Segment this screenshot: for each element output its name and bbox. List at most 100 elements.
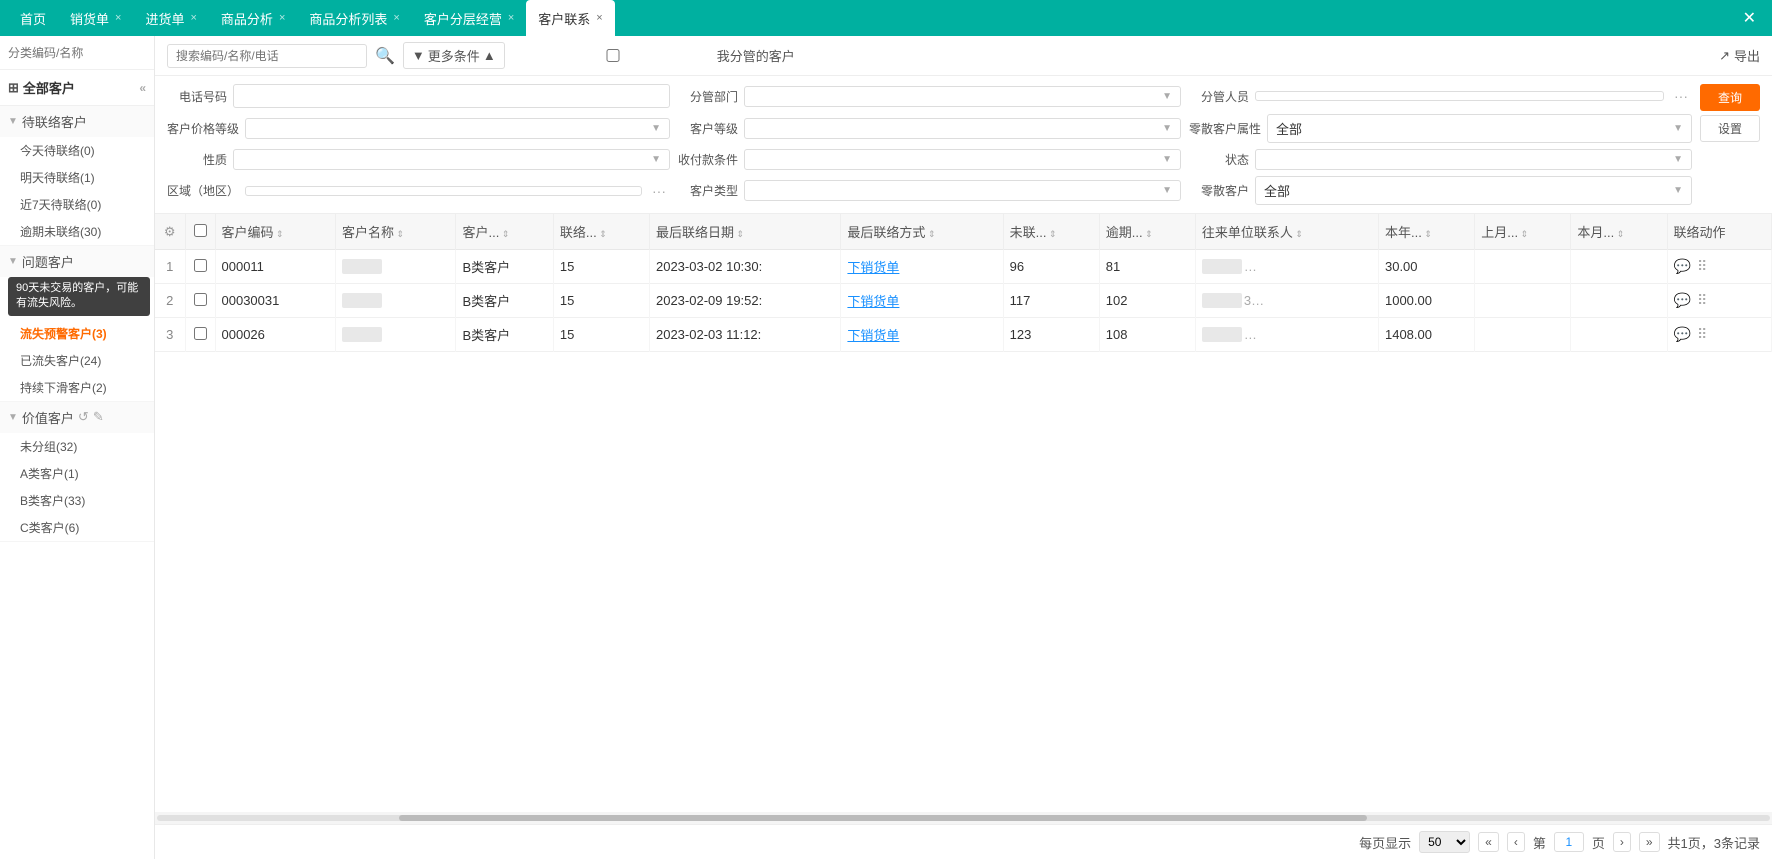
tab-analysis-close[interactable]: × (279, 12, 285, 24)
region-dots-button[interactable]: ··· (648, 183, 670, 199)
field-customer-type-select[interactable]: ▼ (744, 180, 1181, 201)
th-unlink-days[interactable]: 未联... (1003, 214, 1099, 250)
sidebar-item-class-a[interactable]: A类客户(1) (0, 460, 154, 487)
my-customers-checkbox-label[interactable]: 我分管的客户 (513, 46, 795, 65)
settings-button[interactable]: 设置 (1700, 115, 1760, 142)
more-conditions-button[interactable]: ▼ 更多条件 ▲ (403, 42, 505, 69)
sidebar: 🔍 ⊞ 全部客户 « ▼ 待联络客户 今天待联络(0) 明天待联络(1) 近7天… (0, 36, 155, 859)
first-page-button[interactable]: « (1478, 832, 1499, 852)
per-page-select[interactable]: 50 10 20 100 (1419, 831, 1470, 853)
tab-customer-layer[interactable]: 客户分层经营 × (412, 0, 526, 36)
more-icon-1[interactable]: ⠿ (1697, 258, 1707, 275)
th-checkbox[interactable] (185, 214, 215, 250)
manager-dots-button[interactable]: ··· (1670, 88, 1692, 104)
th-last-month[interactable]: 上月... (1475, 214, 1571, 250)
th-contact-count[interactable]: 联络... (553, 214, 649, 250)
row-1-checkbox[interactable] (194, 259, 207, 272)
sidebar-item-ungrouped[interactable]: 未分组(32) (0, 433, 154, 460)
row-unlink-3: 123 (1003, 318, 1099, 352)
sidebar-item-overdue[interactable]: 逾期未联络(30) (0, 218, 154, 245)
tab-purchase-close[interactable]: × (190, 12, 196, 24)
row-this-month-3 (1571, 318, 1667, 352)
row-2-checkbox[interactable] (194, 293, 207, 306)
field-dept-select[interactable]: ▼ (744, 86, 1181, 107)
field-price-level-select[interactable]: ▼ (245, 118, 670, 139)
last-page-button[interactable]: » (1639, 832, 1660, 852)
sidebar-root-header: ⊞ 全部客户 « (0, 70, 154, 106)
field-phone-input[interactable] (233, 84, 670, 108)
field-retail-select[interactable]: 全部 ▼ (1255, 176, 1692, 205)
tab-purchase[interactable]: 进货单 × (133, 0, 208, 36)
home-tab[interactable]: 首页 (8, 9, 58, 28)
horizontal-scrollbar[interactable] (155, 812, 1772, 824)
tab-customer-contact-close[interactable]: × (596, 12, 602, 24)
th-liaison[interactable]: 往来单位联系人 (1195, 214, 1378, 250)
chat-icon-1[interactable]: 💬 (1674, 258, 1691, 275)
th-this-year[interactable]: 本年... (1378, 214, 1474, 250)
sidebar-group-problem-header[interactable]: ▼ 问题客户 (0, 246, 154, 277)
query-button[interactable]: 查询 (1700, 84, 1760, 111)
chat-icon-2[interactable]: 💬 (1674, 292, 1691, 309)
th-last-contact-method[interactable]: 最后联络方式 (841, 214, 1003, 250)
row-last-method-3[interactable]: 下销货单 (841, 318, 1003, 352)
field-status-select[interactable]: ▼ (1255, 149, 1692, 170)
grid-icon: ⊞ (8, 80, 19, 96)
sidebar-item-7days[interactable]: 近7天待联络(0) (0, 191, 154, 218)
my-customers-checkbox[interactable] (513, 49, 713, 62)
sidebar-search-input[interactable] (8, 46, 155, 60)
tab-customer-layer-close[interactable]: × (508, 12, 514, 24)
edit-icon[interactable]: ✎ (93, 409, 104, 425)
tab-analysis-list-close[interactable]: × (393, 12, 399, 24)
sidebar-item-today[interactable]: 今天待联络(0) (0, 137, 154, 164)
scroll-thumb[interactable] (399, 815, 1367, 821)
field-manager-select[interactable] (1255, 91, 1664, 101)
tab-analysis-list[interactable]: 商品分析列表 × (297, 0, 411, 36)
page-number-input[interactable] (1554, 832, 1584, 852)
th-this-month[interactable]: 本月... (1571, 214, 1667, 250)
sidebar-item-class-b[interactable]: B类客户(33) (0, 487, 154, 514)
more-icon-2[interactable]: ⠿ (1697, 292, 1707, 309)
chat-icon-3[interactable]: 💬 (1674, 326, 1691, 343)
row-last-method-2[interactable]: 下销货单 (841, 284, 1003, 318)
refresh-icon[interactable]: ↺ (78, 409, 89, 425)
th-customer-name[interactable]: 客户名称 (335, 214, 455, 250)
th-customer-type[interactable]: 客户... (456, 214, 553, 250)
row-checkbox-2[interactable] (185, 284, 215, 318)
sidebar-group-value-header[interactable]: ▼ 价值客户 ↺ ✎ (0, 402, 154, 433)
tab-analysis[interactable]: 商品分析 × (209, 0, 297, 36)
window-close-button[interactable]: ✕ (1735, 8, 1764, 28)
th-overdue[interactable]: 逾期... (1099, 214, 1195, 250)
row-checkbox-3[interactable] (185, 318, 215, 352)
tab-sales-close[interactable]: × (115, 12, 121, 24)
row-unlink-1: 96 (1003, 250, 1099, 284)
field-retail-attr-select[interactable]: 全部 ▼ (1267, 114, 1692, 143)
sidebar-collapse-btn[interactable]: « (139, 81, 146, 95)
more-icon-3[interactable]: ⠿ (1697, 326, 1707, 343)
tab-sales[interactable]: 销货单 × (58, 0, 133, 36)
field-nature-select[interactable]: ▼ (233, 149, 670, 170)
sidebar-group-pending-header[interactable]: ▼ 待联络客户 (0, 106, 154, 137)
field-region-select[interactable] (245, 186, 642, 196)
sidebar-item-tomorrow[interactable]: 明天待联络(1) (0, 164, 154, 191)
field-payment-select[interactable]: ▼ (744, 149, 1181, 170)
th-customer-code[interactable]: 客户编码 (215, 214, 335, 250)
page-suffix: 页 (1592, 833, 1605, 852)
sidebar-item-churned[interactable]: 已流失客户(24) (0, 347, 154, 374)
th-gear[interactable]: ⚙ (155, 214, 185, 250)
search-button[interactable]: 🔍 (375, 46, 395, 66)
select-all-checkbox[interactable] (194, 224, 207, 237)
sidebar-item-churn-warning[interactable]: 流失预警客户(3) (0, 320, 154, 347)
export-button[interactable]: ↗ 导出 (1719, 46, 1760, 65)
row-checkbox-1[interactable] (185, 250, 215, 284)
row-3-checkbox[interactable] (194, 327, 207, 340)
prev-page-button[interactable]: ‹ (1507, 832, 1525, 852)
th-last-contact-date[interactable]: 最后联络日期 (649, 214, 840, 250)
sidebar-item-class-c[interactable]: C类客户(6) (0, 514, 154, 541)
row-last-method-1[interactable]: 下销货单 (841, 250, 1003, 284)
search-input[interactable] (167, 44, 367, 68)
sidebar-item-declining[interactable]: 持续下滑客户(2) (0, 374, 154, 401)
next-page-button[interactable]: › (1613, 832, 1631, 852)
field-customer-level-select[interactable]: ▼ (744, 118, 1181, 139)
triangle-icon: ▼ (8, 116, 18, 127)
tab-customer-contact[interactable]: 客户联系 × (526, 0, 614, 36)
